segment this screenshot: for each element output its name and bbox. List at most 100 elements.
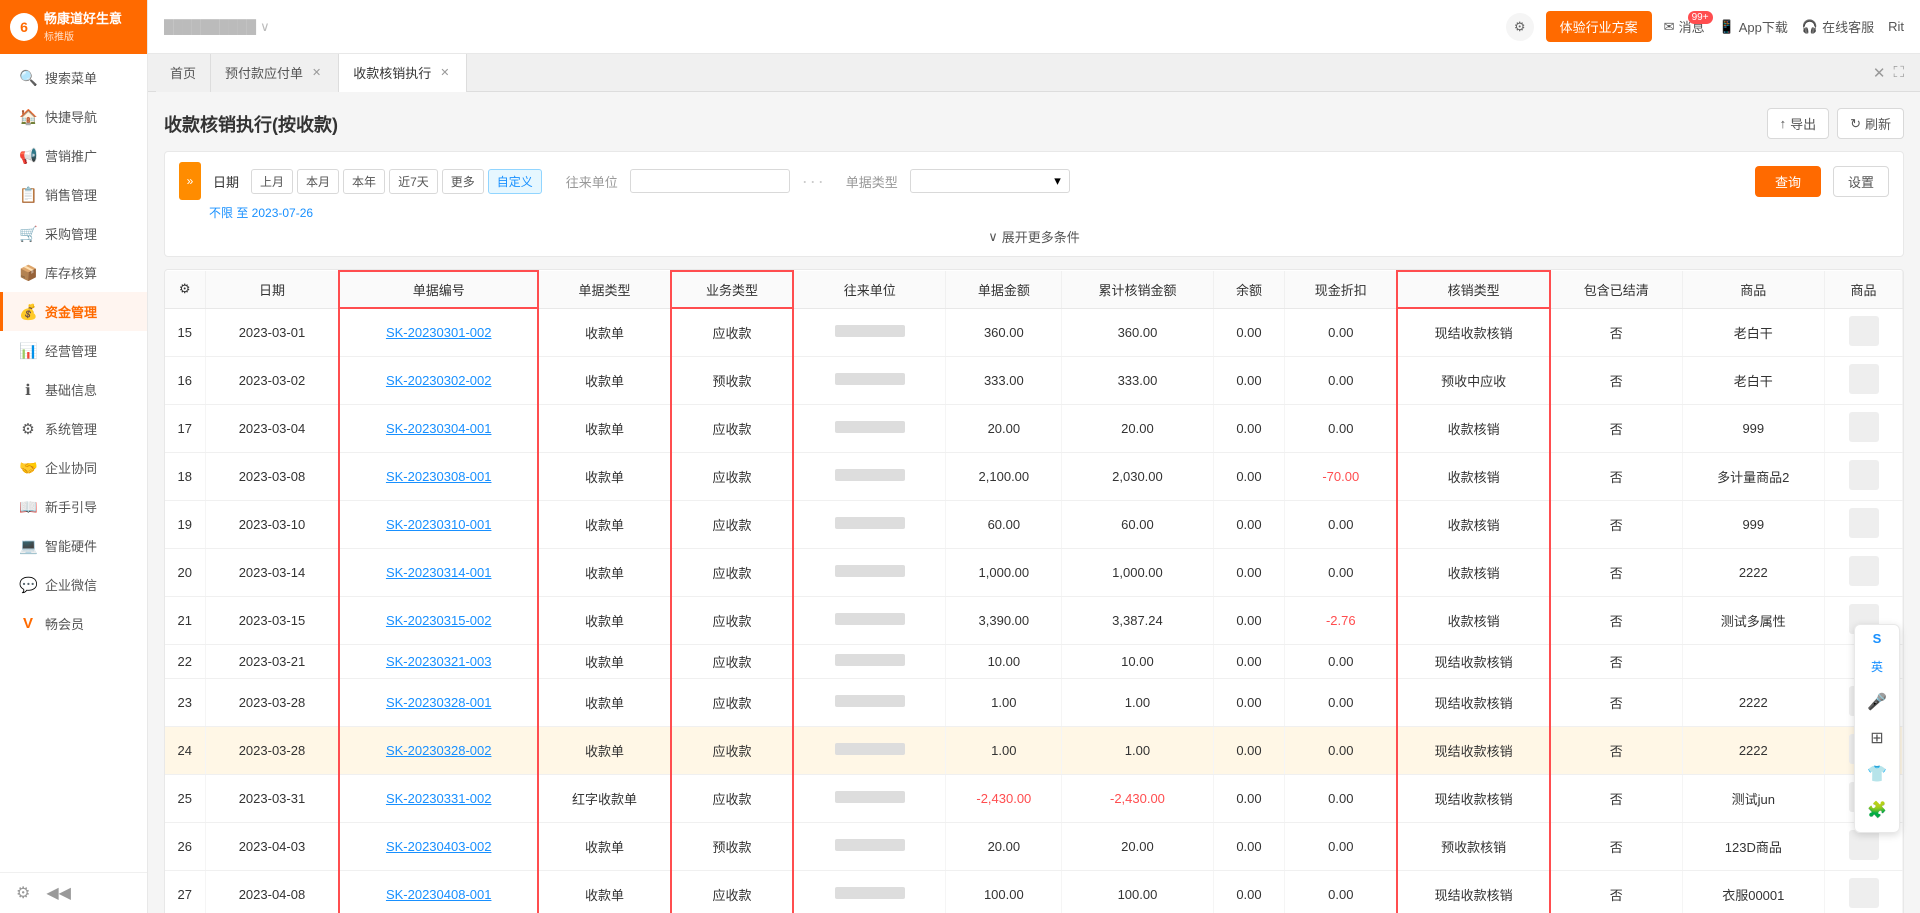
cell-write-off-type: 收款核销 xyxy=(1397,452,1550,500)
app-version: 标推版 xyxy=(44,28,122,43)
export-button[interactable]: ↑ 导出 xyxy=(1767,108,1830,139)
cell-seq: 25 xyxy=(165,774,205,822)
float-grid-btn[interactable]: ⊞ xyxy=(1861,722,1893,754)
user-name: Rit xyxy=(1888,19,1904,34)
expand-label: 展开更多条件 xyxy=(1002,227,1080,246)
last-month-btn[interactable]: 上月 xyxy=(251,169,293,194)
sidebar-item-enterprise[interactable]: 🤝 企业协同 xyxy=(0,448,147,487)
sidebar-item-wechat[interactable]: 💬 企业微信 xyxy=(0,565,147,604)
bill-no-link[interactable]: SK-20230304-001 xyxy=(386,421,492,436)
sidebar-item-member[interactable]: V 畅会员 xyxy=(0,604,147,643)
sidebar-item-marketing[interactable]: 📢 营销推广 xyxy=(0,136,147,175)
sidebar-item-basic[interactable]: ℹ 基础信息 xyxy=(0,370,147,409)
cell-discount: 0.00 xyxy=(1285,822,1397,870)
sidebar-menu: 🔍 搜索菜单 🏠 快捷导航 📢 营销推广 📋 销售管理 🛒 采购管理 📦 库存核… xyxy=(0,54,147,872)
cell-bill-no: SK-20230328-001 xyxy=(339,678,538,726)
expand-more-btn[interactable]: ∨ 展开更多条件 xyxy=(179,227,1889,246)
bill-no-link[interactable]: SK-20230328-001 xyxy=(386,695,492,710)
sidebar-item-finance[interactable]: 💰 资金管理 xyxy=(0,292,147,331)
sidebar-item-quick[interactable]: 🏠 快捷导航 xyxy=(0,97,147,136)
sidebar-item-inventory[interactable]: 📦 库存核算 xyxy=(0,253,147,292)
cell-amount: 3,390.00 xyxy=(946,596,1062,644)
filter-expand-arrow[interactable]: » xyxy=(179,162,201,200)
page-title: 收款核销执行(按收款) xyxy=(164,111,338,137)
sidebar-item-sales[interactable]: 📋 销售管理 xyxy=(0,175,147,214)
recent7-btn[interactable]: 近7天 xyxy=(389,169,438,194)
sidebar-item-marketing-label: 营销推广 xyxy=(45,146,97,165)
float-shirt-btn[interactable]: 👕 xyxy=(1861,758,1893,790)
bill-no-link[interactable]: SK-20230314-001 xyxy=(386,565,492,580)
refresh-button[interactable]: ↻ 刷新 xyxy=(1837,108,1904,139)
cell-discount: 0.00 xyxy=(1285,644,1397,678)
sidebar-item-guide[interactable]: 📖 新手引导 xyxy=(0,487,147,526)
bill-no-link[interactable]: SK-20230310-001 xyxy=(386,517,492,532)
user-info[interactable]: Rit xyxy=(1888,19,1904,34)
sidebar-item-finance-label: 资金管理 xyxy=(45,302,97,321)
enterprise-icon: 🤝 xyxy=(19,459,37,477)
cell-acc-amount: 10.00 xyxy=(1062,644,1213,678)
cell-product1 xyxy=(1682,644,1824,678)
bill-no-link[interactable]: SK-20230315-002 xyxy=(386,613,492,628)
filter-settings-button[interactable]: 设置 xyxy=(1833,166,1889,197)
finance-icon: 💰 xyxy=(19,303,37,321)
col-settings[interactable]: ⚙ xyxy=(165,271,205,308)
tab-collection-close[interactable]: ✕ xyxy=(437,65,452,80)
cell-biz-type: 应收款 xyxy=(671,596,793,644)
bill-no-link[interactable]: SK-20230308-001 xyxy=(386,469,492,484)
sidebar-item-operations[interactable]: 📊 经营管理 xyxy=(0,331,147,370)
cell-bill-type: 收款单 xyxy=(538,548,671,596)
online-service-label: 在线客服 xyxy=(1822,17,1874,36)
cell-date: 2023-04-03 xyxy=(205,822,339,870)
float-mic-btn[interactable]: 🎤 xyxy=(1861,686,1893,718)
cell-bill-type: 收款单 xyxy=(538,644,671,678)
home-icon: 🏠 xyxy=(19,108,37,126)
cell-balance: 0.00 xyxy=(1213,870,1285,913)
app-download-btn[interactable]: 📱 App下载 xyxy=(1719,17,1788,36)
cell-seq: 21 xyxy=(165,596,205,644)
cell-write-off-type: 现结收款核销 xyxy=(1397,308,1550,356)
float-puzzle-btn[interactable]: 🧩 xyxy=(1861,794,1893,826)
this-year-btn[interactable]: 本年 xyxy=(343,169,385,194)
bill-no-link[interactable]: SK-20230408-001 xyxy=(386,887,492,902)
counterpart-input[interactable] xyxy=(630,169,790,193)
cell-write-off-type: 现结收款核销 xyxy=(1397,870,1550,913)
topbar-settings-btn[interactable]: ⚙ xyxy=(1506,13,1534,41)
custom-date-btn[interactable]: 自定义 xyxy=(488,169,542,194)
this-month-btn[interactable]: 本月 xyxy=(297,169,339,194)
cell-product1: 999 xyxy=(1682,500,1824,548)
col-discount: 现金折扣 xyxy=(1285,271,1397,308)
bill-no-link[interactable]: SK-20230403-002 xyxy=(386,839,492,854)
float-english-btn[interactable]: 英 xyxy=(1861,650,1893,682)
collapse-icon[interactable]: ◀◀ xyxy=(46,883,71,903)
more-date-btn[interactable]: 更多 xyxy=(442,169,484,194)
bill-no-link[interactable]: SK-20230321-003 xyxy=(386,654,492,669)
industry-solution-button[interactable]: 体验行业方案 xyxy=(1546,11,1652,42)
message-btn[interactable]: ✉ 消息 99+ xyxy=(1664,17,1705,36)
app-name: 畅康道好生意 xyxy=(44,11,122,28)
online-service-btn[interactable]: 🎧 在线客服 xyxy=(1802,17,1874,36)
sidebar-item-system[interactable]: ⚙ 系统管理 xyxy=(0,409,147,448)
hardware-icon: 💻 xyxy=(19,537,37,555)
cell-balance: 0.00 xyxy=(1213,596,1285,644)
query-button[interactable]: 查询 xyxy=(1755,166,1821,197)
bill-no-link[interactable]: SK-20230302-002 xyxy=(386,373,492,388)
sidebar-item-hardware[interactable]: 💻 智能硬件 xyxy=(0,526,147,565)
tab-prepay[interactable]: 预付款应付单 ✕ xyxy=(211,54,339,92)
tab-close-all-icon[interactable]: ✕ xyxy=(1873,64,1886,82)
cell-counterpart xyxy=(793,404,946,452)
bill-no-link[interactable]: SK-20230331-002 xyxy=(386,791,492,806)
sidebar-item-purchase[interactable]: 🛒 采购管理 xyxy=(0,214,147,253)
settings-icon[interactable]: ⚙ xyxy=(16,883,30,903)
tab-collection[interactable]: 收款核销执行 ✕ xyxy=(339,54,467,92)
tab-maximize-icon[interactable]: ⛶ xyxy=(1893,64,1904,81)
member-icon: V xyxy=(19,615,37,632)
bill-type-select-container[interactable]: ▾ xyxy=(910,169,1070,193)
sidebar-item-search[interactable]: 🔍 搜索菜单 xyxy=(0,58,147,97)
col-amount: 单据金额 xyxy=(946,271,1062,308)
cell-discount: -70.00 xyxy=(1285,452,1397,500)
table-body: 15 2023-03-01 SK-20230301-002 收款单 应收款 36… xyxy=(165,308,1903,913)
tab-home[interactable]: 首页 xyxy=(156,54,211,92)
tab-prepay-close[interactable]: ✕ xyxy=(309,65,324,80)
bill-no-link[interactable]: SK-20230301-002 xyxy=(386,325,492,340)
bill-no-link[interactable]: SK-20230328-002 xyxy=(386,743,492,758)
